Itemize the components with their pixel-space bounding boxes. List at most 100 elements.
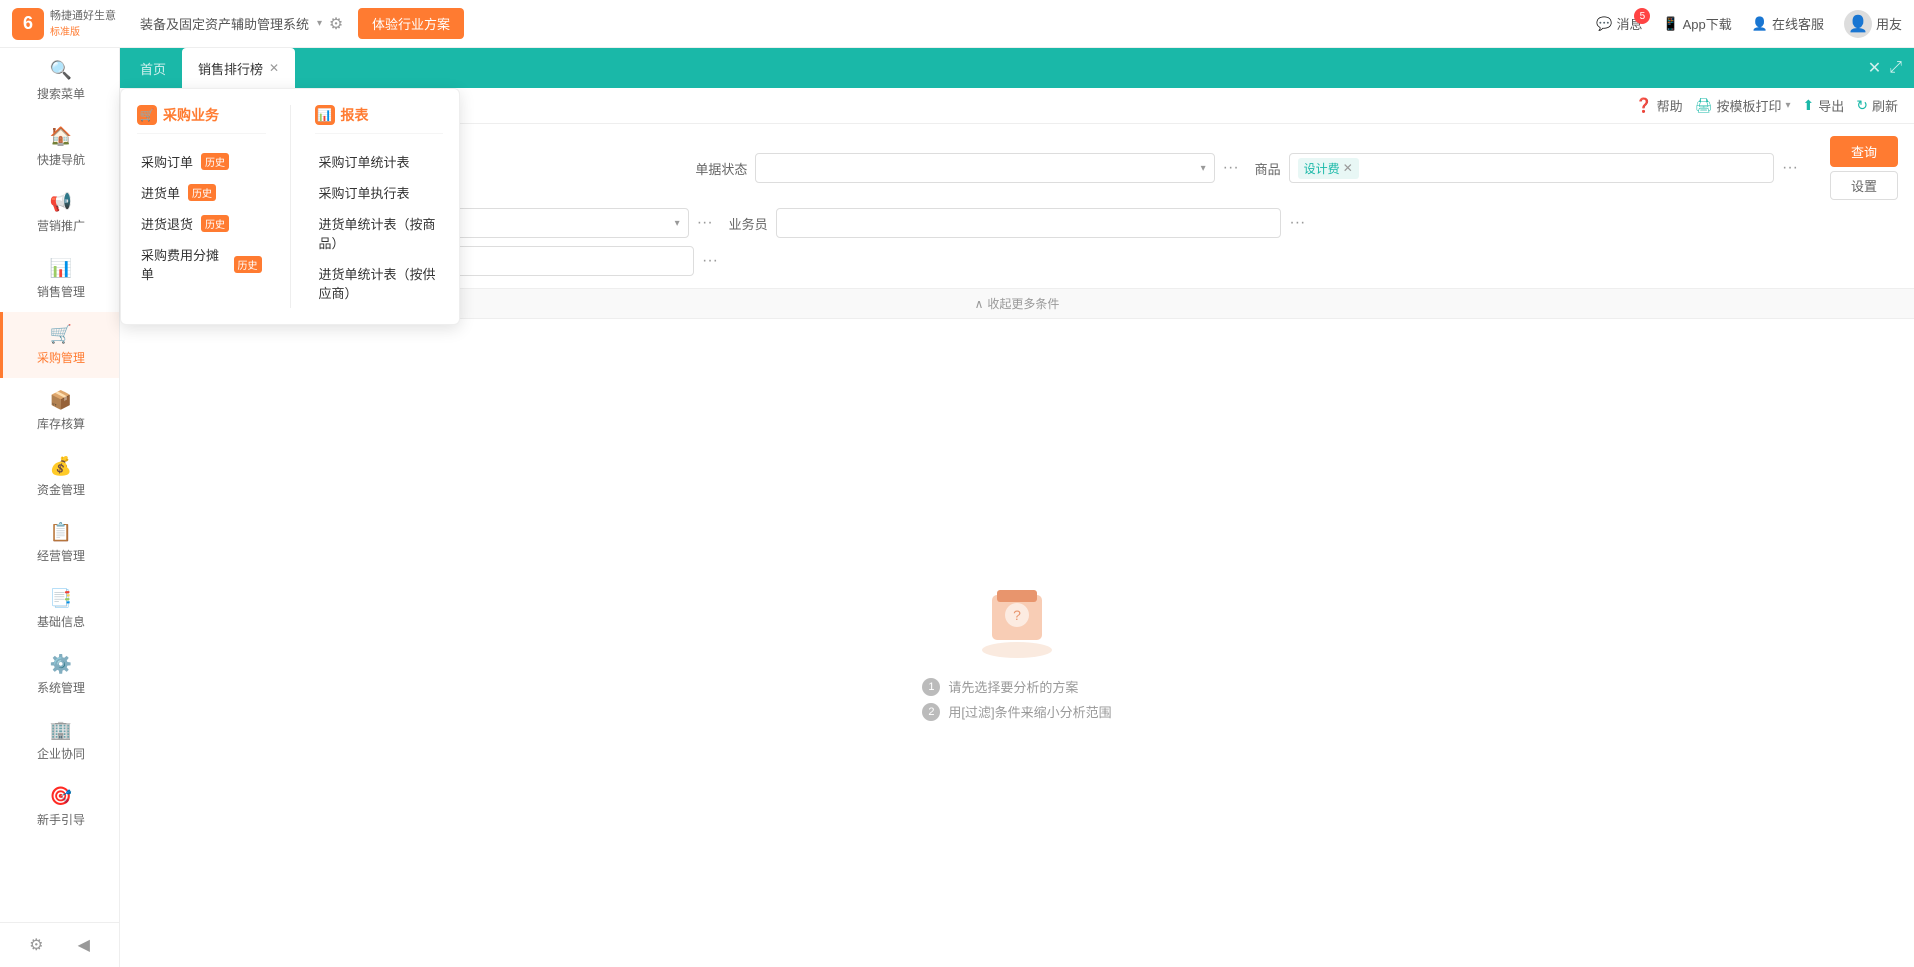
sidebar-collapse-button[interactable]: ◀ (78, 935, 90, 955)
sidebar-item-label: 销售管理 (37, 283, 85, 300)
history-badge: 历史 (188, 184, 216, 201)
empty-illustration: ? (967, 565, 1067, 665)
step-num-1: 1 (922, 678, 940, 696)
goods-more-dots[interactable]: ··· (1782, 159, 1798, 177)
purchase-col-icon: 🛒 (137, 105, 157, 125)
sidebar-item-label: 营销推广 (37, 217, 85, 234)
print-arrow[interactable]: ▾ (1785, 100, 1790, 111)
customer-more-dots[interactable]: ··· (702, 252, 718, 270)
app-download-label: App下载 (1683, 14, 1732, 33)
salesperson-input[interactable] (776, 208, 1282, 238)
settings-btn[interactable]: 设置 (1830, 171, 1898, 200)
logo-area: 6 畅捷通好生意 标准版 (12, 8, 132, 40)
settings-icon: ⚙️ (50, 654, 72, 675)
sidebar-item-label: 基础信息 (37, 613, 85, 630)
sidebar-settings-button[interactable]: ⚙ (29, 935, 43, 955)
salesperson-more-dots[interactable]: ··· (1289, 214, 1305, 232)
online-service-button[interactable]: 👤 在线客服 (1752, 14, 1824, 33)
industry-button[interactable]: 体验行业方案 (358, 8, 464, 39)
goods-input[interactable]: 设计费 ✕ (1289, 153, 1774, 183)
rank-arrow: ▾ (675, 218, 680, 229)
dropdown-item-purchase-expense[interactable]: 采购费用分摊单 历史 (137, 239, 266, 289)
dropdown-item-label: 采购订单统计表 (319, 152, 410, 171)
sidebar-item-basic-info[interactable]: 📑 基础信息 (0, 576, 119, 642)
sidebar-item-guide[interactable]: 🎯 新手引导 (0, 774, 119, 840)
export-button[interactable]: ⬆ 导出 (1803, 96, 1845, 115)
sidebar-item-label: 库存核算 (37, 415, 85, 432)
query-button[interactable]: 查询 (1830, 136, 1898, 167)
sidebar-item-purchase[interactable]: 🛒 采购管理 (0, 312, 119, 378)
sidebar-item-label: 快捷导航 (37, 151, 85, 168)
dropdown-item-inbound-stats-supplier[interactable]: 进货单统计表（按供应商） (315, 258, 444, 308)
tab-sales-ranking[interactable]: 销售排行榜 ✕ (182, 48, 295, 88)
dropdown-item-label: 采购订单执行表 (319, 183, 410, 202)
sidebar-item-system[interactable]: ⚙️ 系统管理 (0, 642, 119, 708)
dropdown-item-purchase-order[interactable]: 采购订单 历史 (137, 146, 266, 177)
dropdown-item-inbound-stats-goods[interactable]: 进货单统计表（按商品） (315, 208, 444, 258)
avatar: 👤 (1844, 10, 1872, 38)
sidebar-bottom: ⚙ ◀ (0, 922, 119, 967)
dropdown-item-label: 采购订单 (141, 152, 193, 171)
dropdown-col-title-report: 📊 报表 (315, 105, 444, 134)
help-label: 帮助 (1657, 96, 1683, 115)
notification-button[interactable]: 💬 消息 5 (1596, 14, 1642, 33)
tab-home[interactable]: 首页 (124, 48, 182, 88)
online-service-label: 在线客服 (1772, 14, 1824, 33)
home-icon: 🏠 (50, 126, 72, 147)
gear-button[interactable]: ⚙ (322, 10, 350, 38)
tab-close-all-button[interactable]: ✕ (1868, 58, 1881, 78)
app-download-button[interactable]: 📱 App下载 (1662, 14, 1731, 33)
dropdown-item-inbound[interactable]: 进货单 历史 (137, 177, 266, 208)
sidebar-item-quick-nav[interactable]: 🏠 快捷导航 (0, 114, 119, 180)
sidebar-item-search[interactable]: 🔍 搜索菜单 (0, 48, 119, 114)
guide-icon: 🎯 (50, 786, 72, 807)
dropdown-col1-title: 采购业务 (163, 105, 219, 125)
sidebar-item-label: 经营管理 (37, 547, 85, 564)
logo-tag: 标准版 (50, 23, 116, 38)
sidebar-item-label: 系统管理 (37, 679, 85, 696)
refresh-button[interactable]: ↻ 刷新 (1856, 96, 1898, 115)
top-header: 6 畅捷通好生意 标准版 装备及固定资产辅助管理系统 ▾ ⚙ 体验行业方案 💬 … (0, 0, 1914, 48)
print-icon: 🖨 (1695, 97, 1713, 114)
goods-tag: 设计费 ✕ (1298, 158, 1359, 179)
history-badge: 历史 (201, 153, 229, 170)
sidebar-item-operations[interactable]: 📋 经营管理 (0, 510, 119, 576)
search-icon: 🔍 (50, 60, 72, 81)
dropdown-item-label: 进货退货 (141, 214, 193, 233)
refresh-icon: ↻ (1856, 97, 1868, 114)
empty-steps: 1 请先选择要分析的方案 2 用[过滤]条件来缩小分析范围 (922, 677, 1111, 721)
message-icon: 💬 (1596, 16, 1612, 32)
doc-status-more-dots[interactable]: ··· (1223, 159, 1239, 177)
step-num-2: 2 (922, 703, 940, 721)
print-button[interactable]: 🖨 按模板打印 ▾ (1695, 96, 1791, 115)
tab-maximize-button[interactable]: ⤢ (1889, 59, 1902, 77)
tab-sales-ranking-label: 销售排行榜 (198, 59, 263, 78)
sidebar-item-finance[interactable]: 💰 资金管理 (0, 444, 119, 510)
building-icon: 🏢 (50, 720, 72, 741)
money-icon: 💰 (50, 456, 72, 477)
collapse-icon: ∧ (975, 297, 984, 311)
system-title-area: 装备及固定资产辅助管理系统 ▾ (140, 14, 322, 33)
goods-label: 商品 (1255, 159, 1281, 178)
service-icon: 👤 (1752, 16, 1768, 32)
dropdown-item-purchase-order-exec[interactable]: 采购订单执行表 (315, 177, 444, 208)
sidebar-item-sales[interactable]: 📊 销售管理 (0, 246, 119, 312)
rank-more-dots[interactable]: ··· (697, 214, 713, 232)
goods-filter-item: 商品 设计费 ✕ ··· (1255, 153, 1798, 183)
user-profile-button[interactable]: 👤 用友 (1844, 10, 1902, 38)
history-badge: 历史 (234, 256, 262, 273)
help-button[interactable]: ❓ 帮助 (1635, 96, 1682, 115)
sidebar-item-label: 采购管理 (37, 349, 85, 366)
doc-status-select[interactable]: ▾ (755, 153, 1214, 183)
sidebar-item-marketing[interactable]: 📢 营销推广 (0, 180, 119, 246)
goods-tag-remove[interactable]: ✕ (1343, 161, 1353, 175)
sidebar-item-inventory[interactable]: 📦 库存核算 (0, 378, 119, 444)
dropdown-divider (290, 105, 291, 308)
sidebar-item-label: 新手引导 (37, 811, 85, 828)
logo-subtitle: 畅捷通好生意 (50, 9, 116, 23)
notification-badge: 5 (1634, 8, 1650, 24)
tab-close-button[interactable]: ✕ (269, 61, 279, 75)
dropdown-item-inbound-return[interactable]: 进货退货 历史 (137, 208, 266, 239)
sidebar-item-enterprise[interactable]: 🏢 企业协同 (0, 708, 119, 774)
dropdown-item-purchase-order-stats[interactable]: 采购订单统计表 (315, 146, 444, 177)
